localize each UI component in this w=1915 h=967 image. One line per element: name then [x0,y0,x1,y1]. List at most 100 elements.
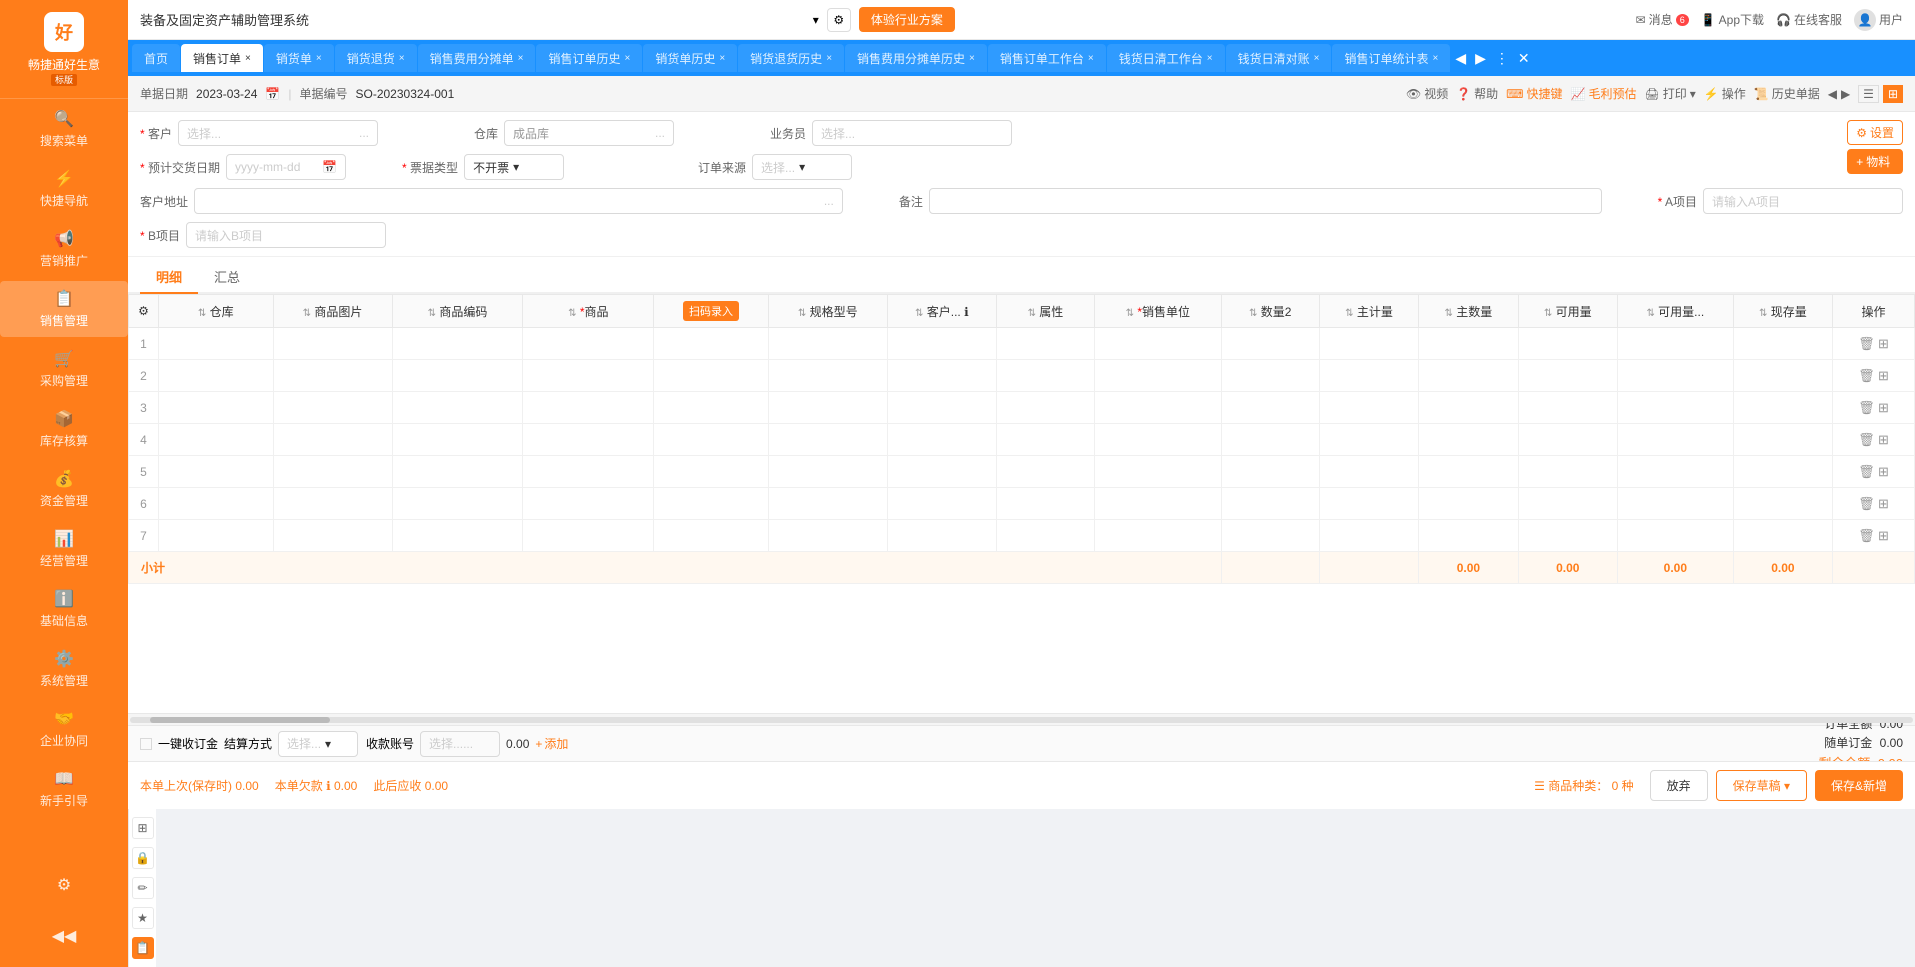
row-main-qty[interactable] [1419,328,1518,360]
remark-input[interactable] [929,188,1602,214]
tab-close-icon[interactable]: × [399,53,405,64]
row-code[interactable] [392,360,523,392]
sort-icon[interactable]: ⇅ [568,308,576,319]
gear-icon[interactable]: ⚙ [138,304,149,318]
tab-close-icon[interactable]: × [316,53,322,64]
sort-icon[interactable]: ⇅ [1646,308,1654,319]
sidebar-item-search[interactable]: 🔍 搜索菜单 [0,101,128,157]
b-project-input[interactable]: 请输入B项目 [186,222,386,248]
copy-row-icon[interactable]: ⊞ [1878,400,1889,415]
sidebar-item-collapse[interactable]: ◀◀ [0,918,128,957]
panel-icon-1[interactable]: ⊞ [132,817,154,839]
delete-row-icon[interactable]: 🗑 [1858,400,1875,415]
row-name[interactable] [523,456,654,488]
customer-input[interactable]: 选择... ... [178,120,378,146]
row-code[interactable] [392,488,523,520]
row-warehouse[interactable] [159,392,274,424]
sidebar-item-settings[interactable]: ⚙ [0,867,128,906]
row-cust[interactable] [887,456,996,488]
row-attr[interactable] [996,488,1094,520]
row-warehouse[interactable] [159,328,274,360]
row-attr[interactable] [996,456,1094,488]
tab-cash-reconcile[interactable]: 钱货日清对账 × [1226,44,1332,72]
row-code[interactable] [392,392,523,424]
grid-view-icon[interactable]: ⊞ [1883,85,1903,103]
sort-icon[interactable]: ⇅ [798,308,806,319]
tab-stats[interactable]: 销售订单统计表 × [1332,44,1450,72]
delete-row-icon[interactable]: 🗑 [1858,464,1875,479]
tab-invoice[interactable]: 销货单 × [264,44,334,72]
row-spec[interactable] [768,424,887,456]
row-unit[interactable] [1095,520,1222,552]
sidebar-item-guide[interactable]: 📖 新手引导 [0,761,128,817]
profit-btn[interactable]: 📈 毛利预估 [1571,85,1637,102]
row-spec[interactable] [768,456,887,488]
row-main-qty[interactable] [1419,520,1518,552]
row-code[interactable] [392,424,523,456]
warehouse-input[interactable]: 成品库 ... [504,120,674,146]
row-attr[interactable] [996,392,1094,424]
row-qty2[interactable] [1221,392,1319,424]
sidebar-item-system[interactable]: ⚙️ 系统管理 [0,641,128,697]
tab-return[interactable]: 销货退货 × [335,44,417,72]
tab-close-icon[interactable]: × [969,53,975,64]
sort-icon[interactable]: ⇅ [1544,308,1552,319]
a-project-input[interactable]: 请输入A项目 [1703,188,1903,214]
row-main-qty[interactable] [1419,360,1518,392]
one-click-checkbox[interactable] [140,738,152,750]
save-draft-button[interactable]: 保存草稿 ▾ [1716,770,1807,801]
copy-row-icon[interactable]: ⊞ [1878,432,1889,447]
tab-menu-icon[interactable]: ⋮ [1491,50,1513,67]
user-menu[interactable]: 👤 用户 [1854,9,1903,31]
tab-detail[interactable]: 明细 [140,261,198,294]
calendar-icon[interactable]: 📅 [265,87,280,101]
row-name[interactable] [523,488,654,520]
history-btn[interactable]: 📜 历史单据 [1754,85,1820,102]
row-code[interactable] [392,520,523,552]
copy-row-icon[interactable]: ⊞ [1878,368,1889,383]
tab-invoice-history[interactable]: 销货单历史 × [643,44,737,72]
print-arrow-icon[interactable]: ▾ [1690,87,1696,101]
row-code[interactable] [392,328,523,360]
discard-button[interactable]: 放弃 [1650,770,1708,801]
tab-close-icon[interactable]: × [1207,53,1213,64]
tab-close-icon[interactable]: × [1432,53,1438,64]
tab-close-icon[interactable]: × [245,53,251,64]
tab-close-icon[interactable]: × [624,53,630,64]
row-cust[interactable] [887,328,996,360]
row-warehouse[interactable] [159,456,274,488]
app-download-button[interactable]: 📱 App下载 [1701,11,1764,28]
row-main-qty[interactable] [1419,488,1518,520]
sort-icon[interactable]: ⇅ [1249,308,1257,319]
row-name[interactable] [523,520,654,552]
sidebar-item-finance[interactable]: 💰 资金管理 [0,461,128,517]
row-attr[interactable] [996,424,1094,456]
row-main-qty[interactable] [1419,424,1518,456]
row-spec[interactable] [768,360,887,392]
row-spec[interactable] [768,328,887,360]
row-warehouse[interactable] [159,520,274,552]
sidebar-item-inventory[interactable]: 📦 库存核算 [0,401,128,457]
account-input[interactable]: 选择... ... [420,731,500,757]
panel-icon-2[interactable]: 🔒 [132,847,154,869]
row-cust[interactable] [887,360,996,392]
tab-close-icon[interactable]: × [826,53,832,64]
sort-icon[interactable]: ⇅ [303,308,311,319]
row-cust[interactable] [887,424,996,456]
order-source-select[interactable]: 选择... ▾ [752,154,852,180]
row-spec[interactable] [768,520,887,552]
delivery-date-input[interactable]: yyyy-mm-dd 📅 [226,154,346,180]
row-qty2[interactable] [1221,520,1319,552]
shortcut-btn[interactable]: ⌨ 快捷键 [1506,85,1562,102]
row-unit[interactable] [1095,392,1222,424]
tab-fee-split[interactable]: 销售费用分摊单 × [418,44,536,72]
row-unit[interactable] [1095,456,1222,488]
next-record-icon[interactable]: ▶ [1841,87,1850,101]
row-cust[interactable] [887,488,996,520]
row-warehouse[interactable] [159,488,274,520]
scan-button[interactable]: 扫码录入 [683,301,739,321]
chevron-down-icon[interactable]: ▾ [1784,779,1790,793]
online-support-button[interactable]: 🎧 在线客服 [1776,11,1842,28]
row-spec[interactable] [768,392,887,424]
sort-icon[interactable]: ⇅ [1445,308,1453,319]
